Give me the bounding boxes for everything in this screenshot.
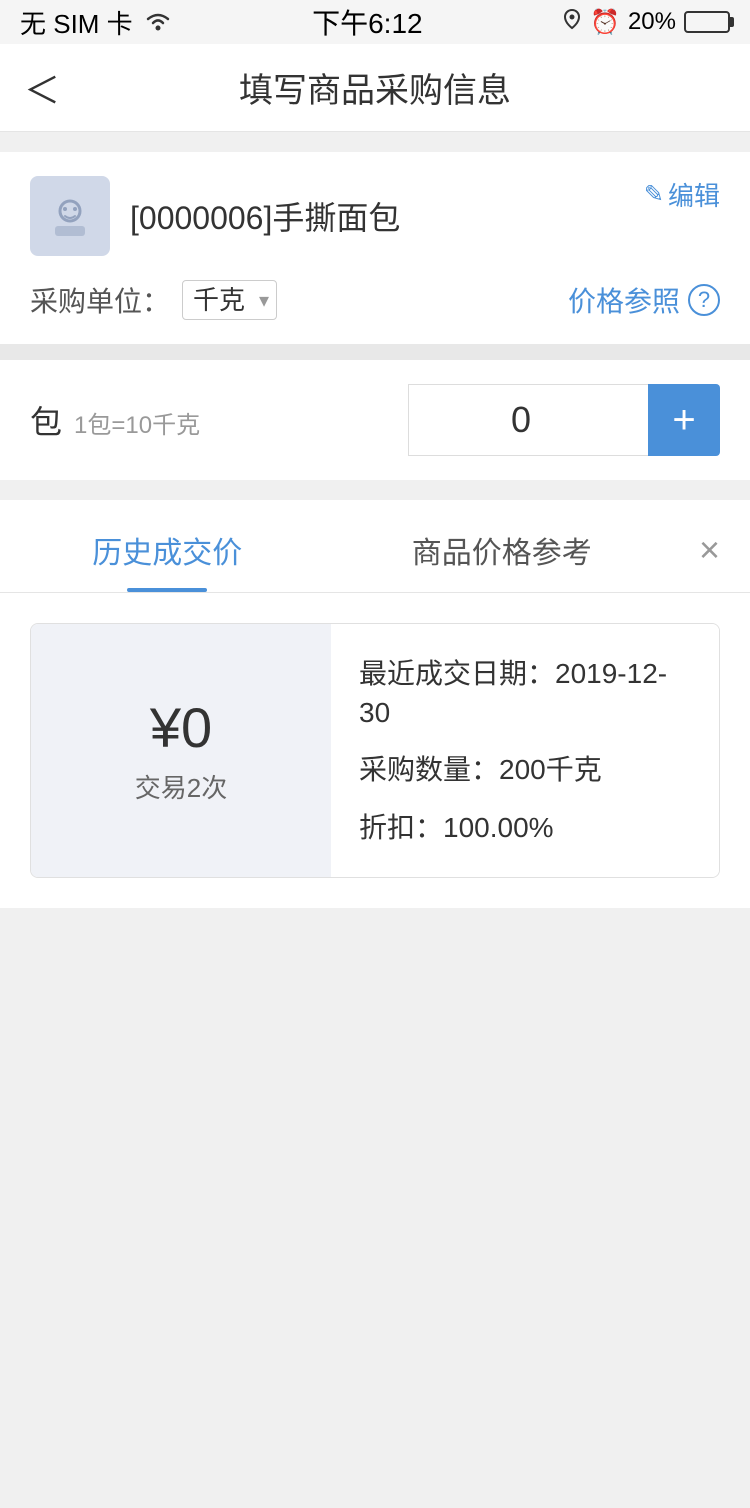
status-left: 无 SIM 卡 — [20, 4, 173, 41]
status-right: ⏰ 20% — [562, 8, 730, 37]
trade-count: 交易2次 — [135, 768, 227, 805]
unit-select-wrapper[interactable]: 千克 包 克 ▾ — [182, 280, 277, 320]
battery-pct: 20% — [628, 8, 676, 36]
status-time: 下午6:12 — [312, 2, 423, 42]
qty-input-wrap: + — [408, 384, 720, 456]
recent-date-label: 最近成交日期： — [359, 658, 555, 689]
price-display: ¥0 — [150, 695, 212, 760]
edit-button[interactable]: ✎ 编辑 — [644, 176, 720, 213]
product-section: [0000006]手撕面包 ✎ 编辑 采购单位： 千克 包 克 ▾ 价格参照 ? — [0, 152, 750, 344]
back-button[interactable]: ＜ — [24, 62, 60, 114]
wifi-icon — [143, 7, 173, 38]
qty-detail-value: 200千克 — [499, 754, 602, 785]
product-top-row: [0000006]手撕面包 ✎ 编辑 — [30, 176, 720, 256]
price-card: ¥0 交易2次 最近成交日期：2019-12-30 采购数量：200千克 折扣：… — [30, 623, 720, 878]
product-name: [0000006]手撕面包 — [130, 193, 400, 239]
qty-label-wrap: 包 1包=10千克 — [30, 397, 200, 443]
quantity-input[interactable] — [408, 384, 648, 456]
product-logo — [30, 176, 110, 256]
edit-label: 编辑 — [668, 176, 720, 213]
tab-history-price[interactable]: 历史成交价 — [0, 500, 334, 592]
main-background — [0, 908, 750, 1508]
section-divider — [0, 344, 750, 360]
status-bar: 无 SIM 卡 下午6:12 ⏰ 20% — [0, 0, 750, 44]
alarm-icon: ⏰ — [590, 8, 620, 37]
tab1-label: 历史成交价 — [92, 537, 242, 570]
qty-conversion: 1包=10千克 — [74, 405, 200, 440]
tabs-section: 历史成交价 商品价格参考 × ¥0 交易2次 最近成交日期：2019-12-30… — [0, 500, 750, 908]
unit-left: 采购单位： 千克 包 克 ▾ — [30, 280, 277, 320]
unit-select[interactable]: 千克 包 克 — [182, 280, 277, 320]
price-value: 0 — [181, 696, 212, 759]
price-reference-button[interactable]: 价格参照 ? — [568, 280, 720, 320]
header: ＜ 填写商品采购信息 — [0, 44, 750, 132]
recent-date-row: 最近成交日期：2019-12-30 — [359, 654, 691, 732]
discount-row: 折扣：100.00% — [359, 808, 691, 847]
tab2-label: 商品价格参考 — [412, 537, 592, 570]
discount-label: 折扣： — [359, 812, 443, 843]
battery-icon — [684, 11, 730, 33]
tabs-header: 历史成交价 商品价格参考 × — [0, 500, 750, 593]
tab-product-price-ref[interactable]: 商品价格参考 — [334, 500, 668, 592]
discount-value: 100.00% — [443, 812, 554, 843]
qty-row: 采购数量：200千克 — [359, 750, 691, 789]
tab-close-button[interactable]: × — [669, 501, 750, 591]
qty-detail-label: 采购数量： — [359, 754, 499, 785]
qty-unit: 包 — [30, 397, 62, 443]
price-ref-label: 价格参照 — [568, 280, 680, 320]
no-sim-text: 无 SIM 卡 — [20, 4, 133, 41]
edit-icon: ✎ — [644, 180, 664, 209]
history-tab-content: ¥0 交易2次 最近成交日期：2019-12-30 采购数量：200千克 折扣：… — [0, 593, 750, 908]
price-card-left: ¥0 交易2次 — [31, 624, 331, 877]
currency-symbol: ¥ — [150, 696, 181, 759]
page-title: 填写商品采购信息 — [239, 63, 511, 112]
tab-underline — [127, 588, 207, 592]
quantity-section: 包 1包=10千克 + — [0, 360, 750, 480]
unit-label: 采购单位： — [30, 280, 170, 320]
product-unit-row: 采购单位： 千克 包 克 ▾ 价格参照 ? — [30, 280, 720, 320]
price-card-right: 最近成交日期：2019-12-30 采购数量：200千克 折扣：100.00% — [331, 624, 719, 877]
help-icon: ? — [688, 284, 720, 316]
location-icon — [562, 8, 582, 37]
product-info: [0000006]手撕面包 — [30, 176, 400, 256]
qty-plus-button[interactable]: + — [648, 384, 720, 456]
